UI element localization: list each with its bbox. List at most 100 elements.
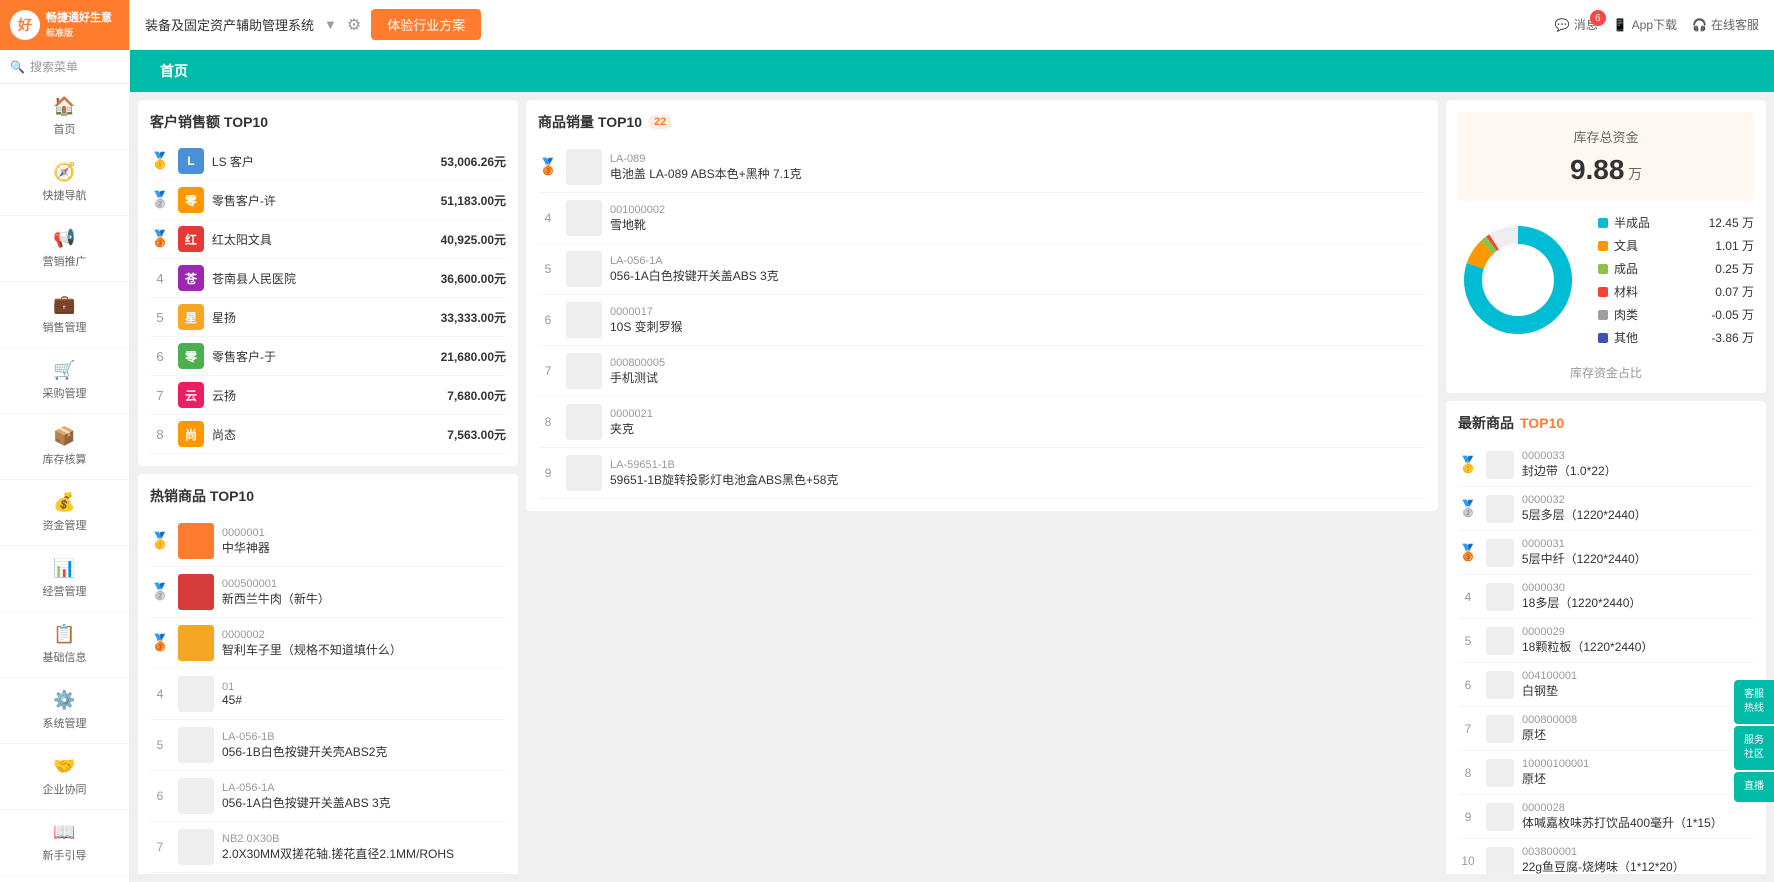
top-selling-list: 🥉 LA-089 电池盖 LA-089 ABS本色+黑种 7.1克 4 0010… bbox=[538, 142, 1426, 499]
product-info: 000500001 新西兰牛肉（新牛） bbox=[222, 578, 506, 607]
home-tab[interactable]: 首页 bbox=[150, 61, 198, 81]
avatar: 零 bbox=[178, 343, 204, 369]
sidebar-item-basic[interactable]: 📋 基础信息 bbox=[0, 612, 129, 678]
rank-number: 10 bbox=[1458, 854, 1478, 868]
nav-label-finance: 资金管理 bbox=[43, 517, 87, 533]
customer-rank-list: 🥇 L LS 客户 53,006.26元 🥈 零 零售客户-许 51,183.0… bbox=[150, 142, 506, 454]
dropdown-arrow-icon[interactable]: ▼ bbox=[324, 17, 337, 32]
sidebar-item-operations[interactable]: 📊 经营管理 bbox=[0, 546, 129, 612]
hot-products-title: 热销商品 TOP10 bbox=[150, 486, 506, 506]
product-name: 45# bbox=[222, 693, 506, 707]
avatar: 苍 bbox=[178, 265, 204, 291]
rank-number: 5 bbox=[150, 310, 170, 325]
product-code: 0000029 bbox=[1522, 626, 1754, 638]
sales-icon: 💼 bbox=[53, 294, 75, 315]
nav-label-collab: 企业协同 bbox=[43, 781, 87, 797]
product-code: 0000001 bbox=[222, 527, 506, 539]
product-image bbox=[178, 676, 214, 712]
nav-label-basic: 基础信息 bbox=[43, 649, 87, 665]
sidebar-item-marketing[interactable]: 📢 营销推广 bbox=[0, 216, 129, 282]
list-item: 🥇 0000033 封边带（1.0*22） bbox=[1458, 443, 1754, 487]
product-name: 10S 变刺罗猴 bbox=[610, 318, 1426, 335]
list-item: 🥇 0000001 中华神器 bbox=[150, 516, 506, 567]
medal-icon: 🥈 bbox=[1458, 499, 1478, 519]
list-item: 5 0000029 18颗粒板（1220*2440） bbox=[1458, 619, 1754, 663]
customer-ranking-label: 客户销售额 TOP10 bbox=[150, 112, 268, 132]
search-label: 搜索菜单 bbox=[30, 58, 78, 75]
sidebar-search[interactable]: 🔍 搜索菜单 bbox=[0, 50, 129, 84]
list-item: 🥇 L LS 客户 53,006.26元 bbox=[150, 142, 506, 181]
trial-button[interactable]: 体验行业方案 bbox=[371, 9, 481, 40]
nav-label-quicknav: 快捷导航 bbox=[43, 187, 87, 203]
product-image bbox=[566, 302, 602, 338]
livestream-button[interactable]: 直播 bbox=[1734, 772, 1774, 802]
sidebar-item-guide[interactable]: 📖 新手引导 bbox=[0, 810, 129, 876]
customer-amount: 33,333.00元 bbox=[441, 309, 506, 326]
product-image bbox=[566, 149, 602, 185]
product-code: 000500001 bbox=[222, 578, 506, 590]
operations-icon: 📊 bbox=[53, 558, 75, 579]
medal-icon: 🥇 bbox=[150, 531, 170, 551]
product-name: 5层多层（1220*2440） bbox=[1522, 506, 1754, 523]
product-code: 0000017 bbox=[610, 306, 1426, 318]
topbar: 装备及固定资产辅助管理系统 ▼ ⚙ 体验行业方案 💬 消息 6 📱 App下载 … bbox=[130, 0, 1774, 50]
nav-label-system: 系统管理 bbox=[43, 715, 87, 731]
top-selling-label: 商品销量 TOP10 bbox=[538, 112, 642, 132]
product-info: LA-089 电池盖 LA-089 ABS本色+黑种 7.1克 bbox=[610, 153, 1426, 182]
product-name: 原坯 bbox=[1522, 770, 1754, 787]
list-item: 4 001000002 雪地靴 bbox=[538, 193, 1426, 244]
customer-name: 云扬 bbox=[212, 387, 439, 404]
logo-badge: 标准版 bbox=[46, 26, 112, 39]
donut-chart bbox=[1458, 220, 1578, 340]
product-info: 0000002 智利车子里（规格不知道填什么） bbox=[222, 629, 506, 658]
hot-products-label: 热销商品 TOP10 bbox=[150, 486, 254, 506]
sidebar-item-collab[interactable]: 🤝 企业协同 bbox=[0, 744, 129, 810]
sidebar-item-quicknav[interactable]: 🧭 快捷导航 bbox=[0, 150, 129, 216]
inventory-card: 库存总资金 9.88 万 bbox=[1446, 100, 1766, 393]
settings-icon[interactable]: ⚙ bbox=[347, 15, 361, 35]
list-item: 🥈 0000032 5层多层（1220*2440） bbox=[1458, 487, 1754, 531]
medal-icon: 🥉 bbox=[150, 229, 170, 249]
product-code: 0000033 bbox=[1522, 450, 1754, 462]
nav-label-operations: 经营管理 bbox=[43, 583, 87, 599]
sidebar-item-sales[interactable]: 💼 销售管理 bbox=[0, 282, 129, 348]
legend-name: 成品 bbox=[1614, 260, 1709, 277]
guide-icon: 📖 bbox=[53, 822, 75, 843]
messages-button[interactable]: 💬 消息 6 bbox=[1555, 16, 1598, 33]
product-code: 0000028 bbox=[1522, 802, 1754, 814]
product-info: 0000031 5层中纤（1220*2440） bbox=[1522, 538, 1754, 567]
customer-service-button[interactable]: 客服热线 bbox=[1734, 680, 1774, 724]
medal-icon: 🥉 bbox=[538, 157, 558, 177]
list-item: 6 LA-056-1A 056-1A白色按键开关盖ABS 3克 bbox=[150, 771, 506, 822]
product-info: LA-056-1A 056-1A白色按键开关盖ABS 3克 bbox=[222, 782, 506, 811]
product-code: 0000030 bbox=[1522, 582, 1754, 594]
sidebar-item-home[interactable]: 🏠 首页 bbox=[0, 84, 129, 150]
product-info: 0000030 18多层（1220*2440） bbox=[1522, 582, 1754, 611]
product-name: 18颗粒板（1220*2440） bbox=[1522, 638, 1754, 655]
sidebar-item-system[interactable]: ⚙️ 系统管理 bbox=[0, 678, 129, 744]
sidebar-item-inventory[interactable]: 📦 库存核算 bbox=[0, 414, 129, 480]
customer-ranking-title: 客户销售额 TOP10 bbox=[150, 112, 506, 132]
product-name: 22g鱼豆腐-烧烤味（1*12*20） bbox=[1522, 858, 1754, 874]
product-name: 056-1B白色按键开关壳ABS2克 bbox=[222, 743, 506, 760]
product-code: 0000021 bbox=[610, 408, 1426, 420]
product-image bbox=[566, 455, 602, 491]
product-image bbox=[178, 778, 214, 814]
list-item: 🥉 LA-089 电池盖 LA-089 ABS本色+黑种 7.1克 bbox=[538, 142, 1426, 193]
sidebar-item-finance[interactable]: 💰 资金管理 bbox=[0, 480, 129, 546]
product-code: 003800001 bbox=[1522, 846, 1754, 858]
newest-products-top: TOP10 bbox=[1520, 415, 1564, 431]
list-item: 🥈 零 零售客户-许 51,183.00元 bbox=[150, 181, 506, 220]
list-item: 7 000800005 手机测试 bbox=[538, 346, 1426, 397]
list-item: 6 0000017 10S 变刺罗猴 bbox=[538, 295, 1426, 346]
product-code: 000800008 bbox=[1522, 714, 1754, 726]
main-area: 装备及固定资产辅助管理系统 ▼ ⚙ 体验行业方案 💬 消息 6 📱 App下载 … bbox=[130, 0, 1774, 882]
community-button[interactable]: 服务社区 bbox=[1734, 726, 1774, 770]
product-info: 000800008 原坯 bbox=[1522, 714, 1754, 743]
online-service-button[interactable]: 🎧 在线客服 bbox=[1692, 16, 1759, 33]
left-column: 客户销售额 TOP10 🥇 L LS 客户 53,006.26元 🥈 零 零售客… bbox=[138, 100, 518, 874]
list-item: 6 零 零售客户-于 21,680.00元 bbox=[150, 337, 506, 376]
sidebar-item-purchase[interactable]: 🛒 采购管理 bbox=[0, 348, 129, 414]
product-code: 001000002 bbox=[610, 204, 1426, 216]
app-download-button[interactable]: 📱 App下载 bbox=[1613, 16, 1677, 33]
